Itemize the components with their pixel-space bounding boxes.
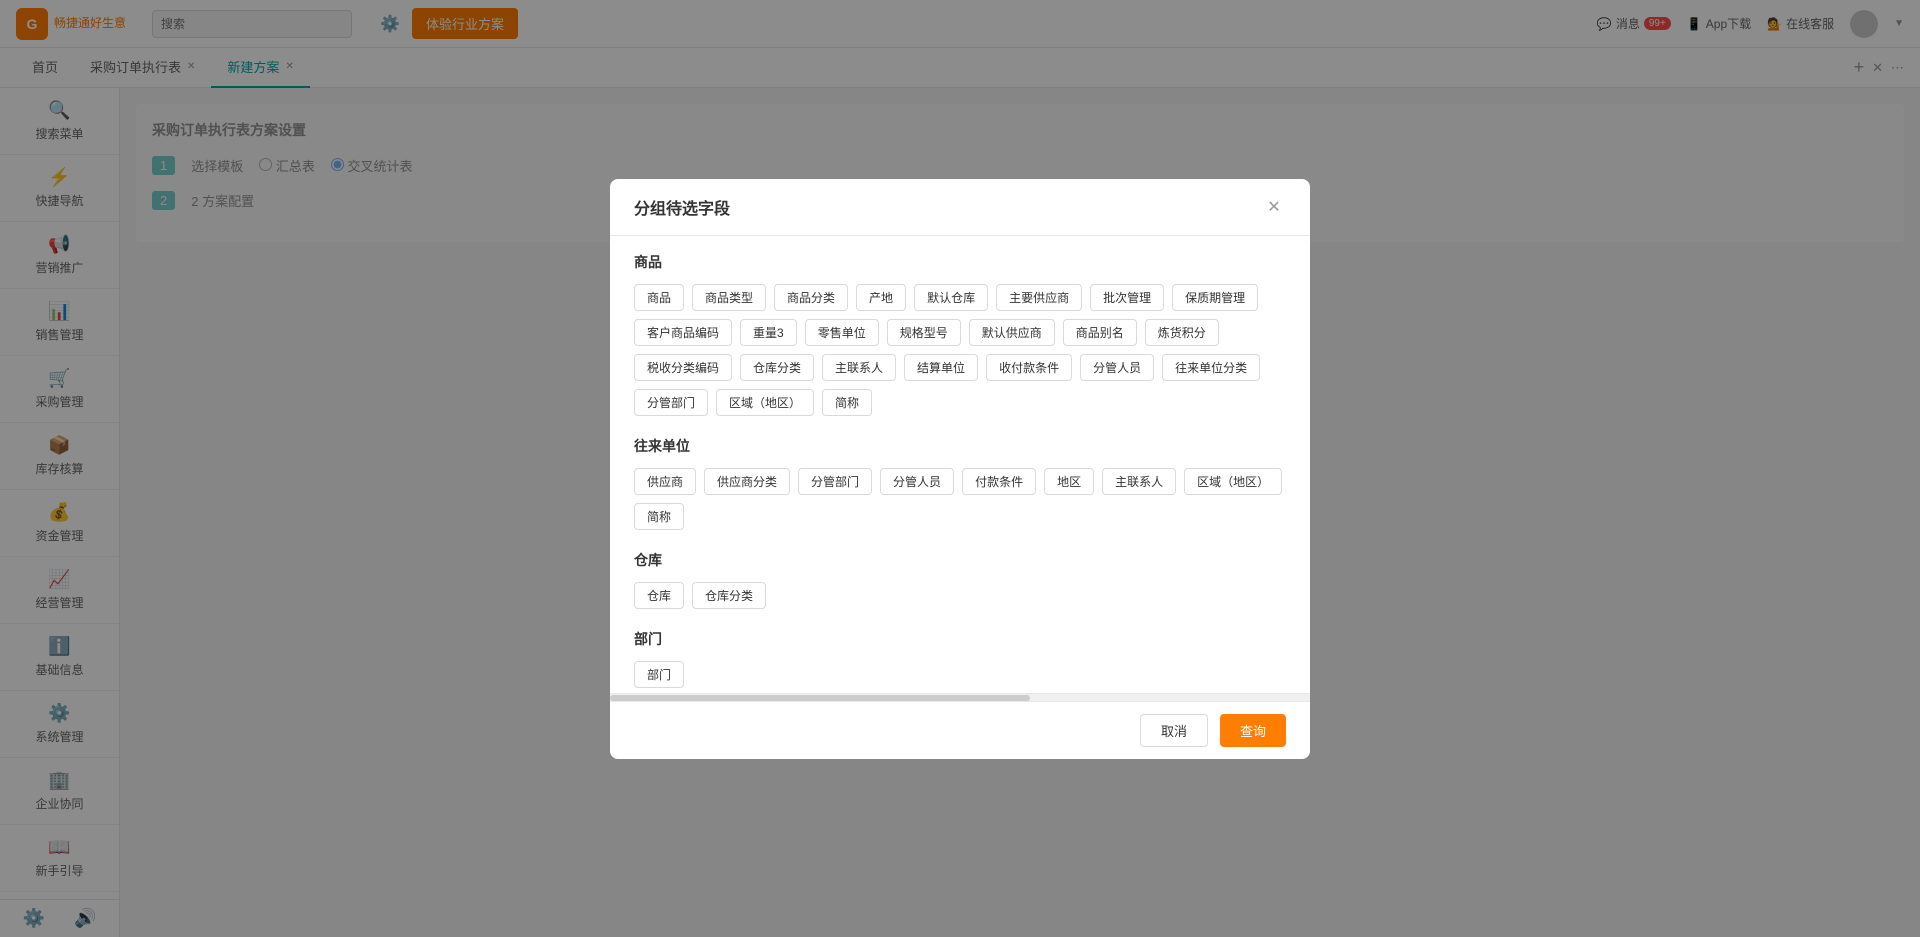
modal-body: 商品商品商品类型商品分类产地默认仓库主要供应商批次管理保质期管理客户商品编码重量… — [610, 236, 1310, 693]
field-tag-0-10[interactable]: 零售单位 — [805, 319, 879, 346]
section-title-0: 商品 — [634, 252, 1286, 272]
field-tag-1-4[interactable]: 付款条件 — [962, 468, 1036, 495]
modal-close-button[interactable]: ✕ — [1262, 195, 1286, 219]
section-1: 往来单位供应商供应商分类分管部门分管人员付款条件地区主联系人区域（地区） 简称 — [634, 436, 1286, 530]
field-tag-0-23[interactable]: 区域（地区） — [716, 389, 814, 416]
section-title-1: 往来单位 — [634, 436, 1286, 456]
modal-scrollbar-thumb — [610, 695, 1030, 701]
field-tag-2-1[interactable]: 仓库分类 — [692, 582, 766, 609]
field-tag-0-20[interactable]: 分管人员 — [1080, 354, 1154, 381]
field-tag-2-0[interactable]: 仓库 — [634, 582, 684, 609]
section-3: 部门部门 — [634, 629, 1286, 688]
section-title-3: 部门 — [634, 629, 1286, 649]
modal-header: 分组待选字段 ✕ — [610, 179, 1310, 236]
field-tag-0-7[interactable]: 保质期管理 — [1172, 284, 1258, 311]
field-tag-0-3[interactable]: 产地 — [856, 284, 906, 311]
field-tag-3-0[interactable]: 部门 — [634, 661, 684, 688]
field-tag-0-24[interactable]: 简称 — [822, 389, 872, 416]
field-tag-0-19[interactable]: 收付款条件 — [986, 354, 1072, 381]
field-tag-1-2[interactable]: 分管部门 — [798, 468, 872, 495]
field-select-modal: 分组待选字段 ✕ 商品商品商品类型商品分类产地默认仓库主要供应商批次管理保质期管… — [610, 179, 1310, 759]
field-tag-0-15[interactable]: 税收分类编码 — [634, 354, 732, 381]
section-2: 仓库仓库仓库分类 — [634, 550, 1286, 609]
field-tag-0-2[interactable]: 商品分类 — [774, 284, 848, 311]
field-tag-0-5[interactable]: 主要供应商 — [996, 284, 1082, 311]
modal-footer: 取消 查询 — [610, 701, 1310, 759]
field-tag-0-17[interactable]: 主联系人 — [822, 354, 896, 381]
section-tags-0: 商品商品类型商品分类产地默认仓库主要供应商批次管理保质期管理客户商品编码重量3 零… — [634, 284, 1286, 416]
field-tag-0-6[interactable]: 批次管理 — [1090, 284, 1164, 311]
field-tag-1-8[interactable]: 简称 — [634, 503, 684, 530]
modal-title: 分组待选字段 — [634, 195, 730, 219]
field-tag-0-16[interactable]: 仓库分类 — [740, 354, 814, 381]
field-tag-0-8[interactable]: 客户商品编码 — [634, 319, 732, 346]
field-tag-1-3[interactable]: 分管人员 — [880, 468, 954, 495]
field-tag-0-1[interactable]: 商品类型 — [692, 284, 766, 311]
section-0: 商品商品商品类型商品分类产地默认仓库主要供应商批次管理保质期管理客户商品编码重量… — [634, 252, 1286, 416]
section-tags-1: 供应商供应商分类分管部门分管人员付款条件地区主联系人区域（地区） 简称 — [634, 468, 1286, 530]
field-tag-1-0[interactable]: 供应商 — [634, 468, 696, 495]
field-tag-0-12[interactable]: 默认供应商 — [969, 319, 1055, 346]
field-tag-0-18[interactable]: 结算单位 — [904, 354, 978, 381]
field-tag-1-7[interactable]: 区域（地区） — [1184, 468, 1282, 495]
field-tag-1-5[interactable]: 地区 — [1044, 468, 1094, 495]
field-tag-0-9[interactable]: 重量3 — [740, 319, 797, 346]
cancel-button[interactable]: 取消 — [1140, 714, 1208, 747]
modal-overlay: 分组待选字段 ✕ 商品商品商品类型商品分类产地默认仓库主要供应商批次管理保质期管… — [0, 0, 1920, 937]
field-tag-0-21[interactable]: 往来单位分类 — [1162, 354, 1260, 381]
field-tag-1-6[interactable]: 主联系人 — [1102, 468, 1176, 495]
section-tags-3: 部门 — [634, 661, 1286, 688]
field-tag-0-0[interactable]: 商品 — [634, 284, 684, 311]
section-tags-2: 仓库仓库分类 — [634, 582, 1286, 609]
field-tag-0-11[interactable]: 规格型号 — [887, 319, 961, 346]
modal-horizontal-scrollbar[interactable] — [610, 693, 1310, 701]
field-tag-0-13[interactable]: 商品别名 — [1063, 319, 1137, 346]
section-title-2: 仓库 — [634, 550, 1286, 570]
field-tag-0-4[interactable]: 默认仓库 — [914, 284, 988, 311]
field-tag-0-14[interactable]: 炼货积分 — [1145, 319, 1219, 346]
field-tag-0-22[interactable]: 分管部门 — [634, 389, 708, 416]
confirm-button[interactable]: 查询 — [1220, 714, 1286, 747]
field-tag-1-1[interactable]: 供应商分类 — [704, 468, 790, 495]
